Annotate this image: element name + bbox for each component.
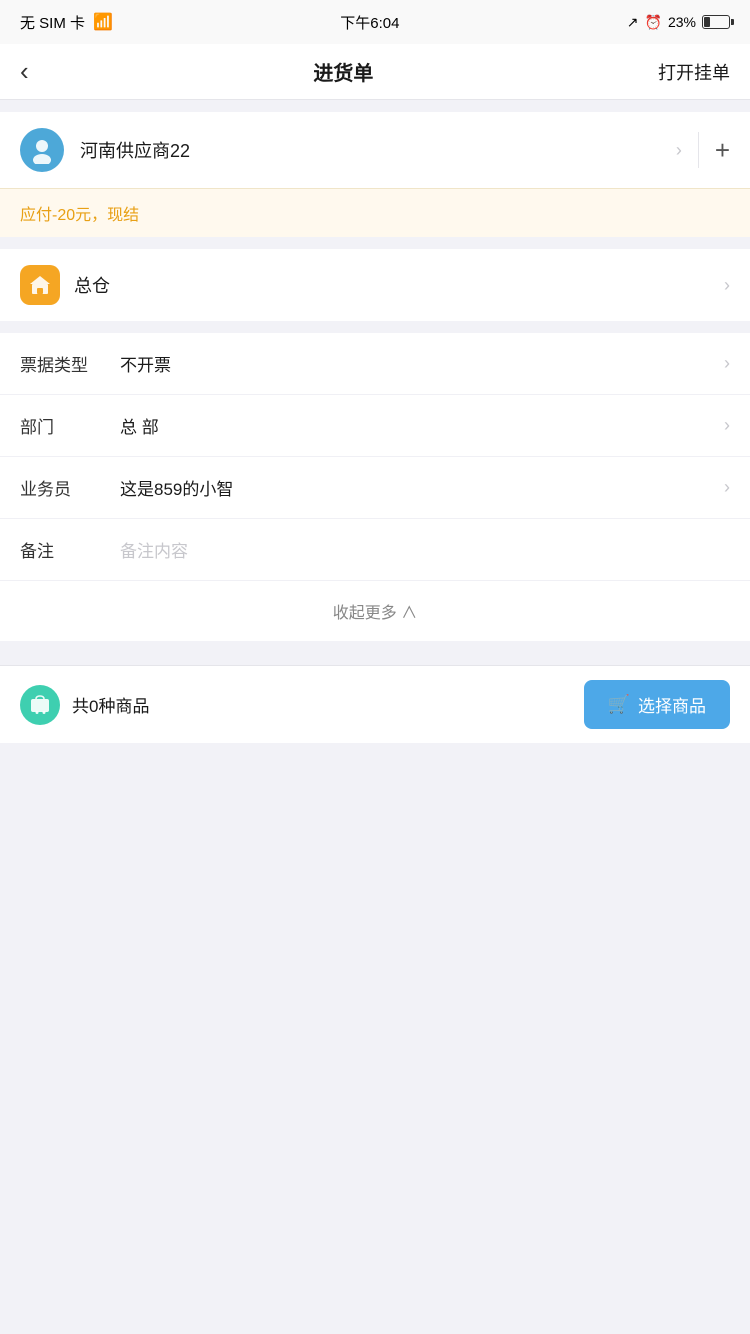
sales-rep-row[interactable]: 业务员 这是859的小智 ›: [0, 456, 750, 518]
nav-bar: ‹ 进货单 打开挂单: [0, 44, 750, 100]
section-gap-4: [0, 641, 750, 653]
department-row[interactable]: 部门 总 部 ›: [0, 394, 750, 456]
ticket-type-label: 票据类型: [20, 351, 100, 376]
supplier-row[interactable]: 河南供应商22 › +: [0, 112, 750, 188]
select-product-button[interactable]: 🛒 选择商品: [584, 680, 730, 729]
warehouse-chevron-icon: ›: [724, 275, 730, 296]
back-button[interactable]: ‹: [20, 48, 29, 95]
carrier-text: 无 SIM 卡: [20, 12, 85, 33]
supplier-section: 河南供应商22 › + 应付-20元，现结: [0, 112, 750, 237]
section-gap-1: [0, 100, 750, 112]
sales-rep-value: 这是859的小智: [120, 475, 724, 500]
page-title: 进货单: [313, 57, 373, 86]
collapse-button[interactable]: 收起更多 ∧: [0, 580, 750, 641]
supplier-avatar: [20, 128, 64, 172]
status-carrier: 无 SIM 卡 📶: [20, 12, 113, 33]
location-icon: ↗: [627, 14, 639, 31]
ticket-type-chevron-icon: ›: [724, 353, 730, 374]
section-gap-3: [0, 321, 750, 333]
ticket-type-row[interactable]: 票据类型 不开票 ›: [0, 333, 750, 394]
select-product-icon: 🛒: [608, 694, 630, 715]
open-pending-button[interactable]: 打开挂单: [658, 59, 730, 85]
add-supplier-button[interactable]: +: [715, 135, 730, 166]
wifi-icon: 📶: [93, 12, 113, 32]
status-time: 下午6:04: [340, 12, 399, 33]
cart-icon: [29, 694, 51, 716]
notice-banner: 应付-20元，现结: [0, 188, 750, 237]
product-count-label: 共0种商品: [72, 692, 584, 717]
form-section: 票据类型 不开票 › 部门 总 部 › 业务员 这是859的小智 › 备注 备注…: [0, 333, 750, 641]
sales-rep-label: 业务员: [20, 475, 100, 500]
battery-text: 23%: [668, 14, 696, 30]
footer-bar: 共0种商品 🛒 选择商品: [0, 665, 750, 743]
remark-label: 备注: [20, 537, 100, 562]
remark-input[interactable]: 备注内容: [120, 537, 730, 562]
cart-icon-container: [20, 685, 60, 725]
supplier-name: 河南供应商22: [80, 137, 676, 163]
department-chevron-icon: ›: [724, 415, 730, 436]
status-bar: 无 SIM 卡 📶 下午6:04 ↗ ⏰ 23%: [0, 0, 750, 44]
warehouse-name: 总仓: [74, 272, 724, 298]
vertical-divider: [698, 132, 699, 168]
section-gap-2: [0, 237, 750, 249]
notice-text: 应付-20元，现结: [20, 207, 139, 224]
department-label: 部门: [20, 413, 100, 438]
warehouse-section: 总仓 ›: [0, 249, 750, 321]
warehouse-row[interactable]: 总仓 ›: [0, 249, 750, 321]
warehouse-svg-icon: [29, 274, 51, 296]
status-right: ↗ ⏰ 23%: [627, 14, 730, 31]
bottom-fill: [0, 743, 750, 1043]
collapse-label: 收起更多 ∧: [333, 605, 417, 622]
sales-rep-chevron-icon: ›: [724, 477, 730, 498]
user-icon: [28, 136, 56, 164]
battery-icon: [702, 15, 730, 29]
ticket-type-value: 不开票: [120, 351, 724, 376]
remark-row[interactable]: 备注 备注内容: [0, 518, 750, 580]
supplier-chevron-icon: ›: [676, 140, 682, 161]
warehouse-icon: [20, 265, 60, 305]
alarm-icon: ⏰: [645, 14, 662, 31]
select-product-label: 选择商品: [638, 692, 706, 717]
department-value: 总 部: [120, 413, 724, 438]
